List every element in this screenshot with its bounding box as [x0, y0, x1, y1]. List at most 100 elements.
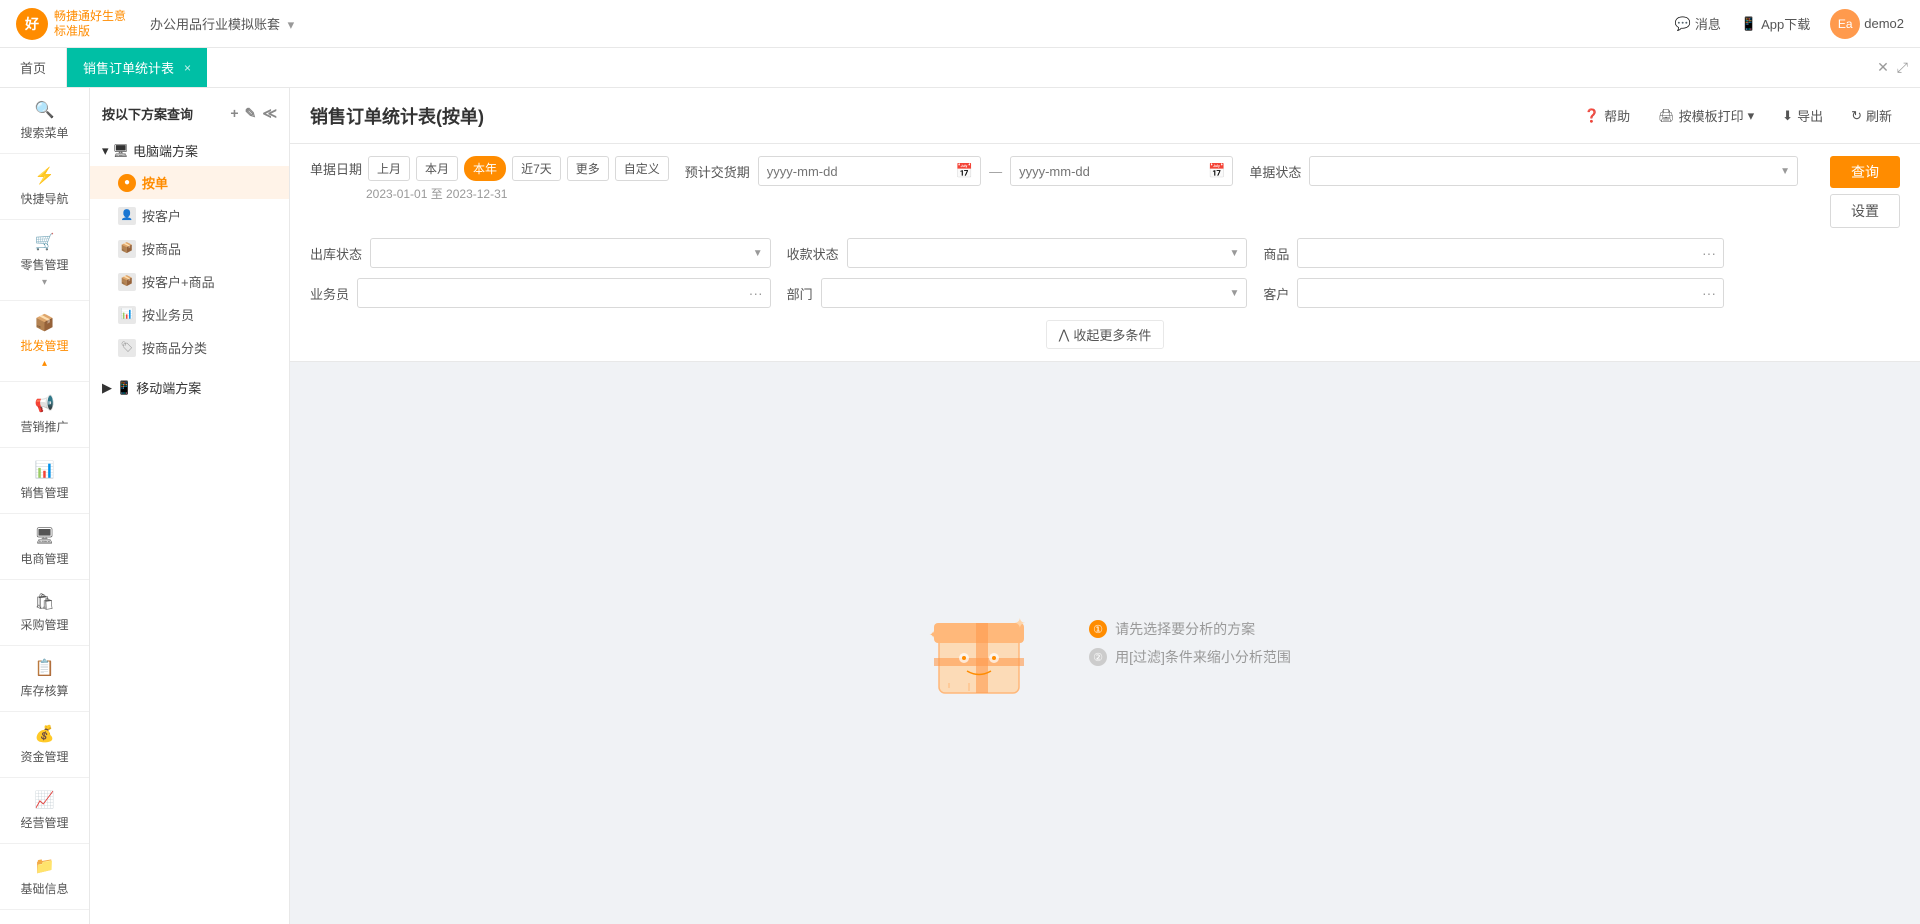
collapse-filter-button[interactable]: ⋀ 收起更多条件	[1046, 320, 1165, 349]
search-icon: 🔍	[35, 100, 55, 120]
page-title: 销售订单统计表(按单)	[310, 103, 484, 129]
sidebar-item-sales[interactable]: 📊 销售管理	[0, 448, 89, 514]
doc-status-select[interactable]	[1309, 156, 1798, 186]
collapse-panel-icon[interactable]: ≪	[262, 105, 277, 122]
sidebar-item-retail[interactable]: 🛒 零售管理 ▾	[0, 220, 89, 301]
date-btn-last-month[interactable]: 上月	[368, 156, 410, 181]
department-select[interactable]	[821, 278, 1248, 308]
filter-section: 单据日期 上月 本月 本年 近7天 更多 自定义 2023-01-01 至 20…	[290, 144, 1920, 362]
empty-state: ✦ ✦ ① 请先选择要分析的方案 ② 用[过滤]条件来缩小分析范围	[290, 362, 1920, 924]
salesperson-input[interactable]	[357, 278, 771, 308]
empty-svg: ✦ ✦	[919, 583, 1049, 703]
sidebar-item-quicknav[interactable]: ⚡ 快捷导航	[0, 154, 89, 220]
hint-number-2: ②	[1089, 648, 1107, 666]
add-scheme-icon[interactable]: +	[230, 105, 238, 122]
scheme-section-pc: ▾ 🖥 电脑端方案 ● 按单 👤 按客户 📦 按商品 📦 按客户+商品 📊	[90, 131, 289, 368]
scheme-item-1[interactable]: 👤 按客户	[90, 199, 289, 232]
dropdown-arrow-icon[interactable]: ▾	[288, 17, 295, 32]
query-button[interactable]: 查询	[1830, 156, 1900, 188]
topbar-right: 💬 消息 📱 App下载 Ea demo2	[1675, 9, 1904, 39]
empty-hints: ① 请先选择要分析的方案 ② 用[过滤]条件来缩小分析范围	[1089, 619, 1291, 667]
sidebar-item-wholesale[interactable]: 📦 批发管理 ▴	[0, 301, 89, 382]
message-button[interactable]: 💬 消息	[1675, 14, 1721, 33]
tab-active[interactable]: 销售订单统计表 ×	[67, 48, 207, 87]
purchase-icon: 🛍	[34, 592, 54, 612]
date-btn-more[interactable]: 更多	[567, 156, 609, 181]
tab-close-icon[interactable]: ×	[184, 61, 191, 75]
empty-illustration: ✦ ✦	[919, 583, 1049, 703]
scheme-item-0[interactable]: ● 按单	[90, 166, 289, 199]
tab-minimize-icon[interactable]: ✕	[1877, 59, 1889, 76]
scheme-section-mobile-header[interactable]: ▶ 📱 移动端方案	[90, 372, 289, 403]
hint-number-1: ①	[1089, 620, 1107, 638]
left-panel: 按以下方案查询 + ✎ ≪ ▾ 🖥 电脑端方案 ● 按单 👤 按客户 📦	[90, 88, 290, 924]
left-panel-actions: + ✎ ≪	[230, 105, 277, 122]
content-area: 销售订单统计表(按单) ❓ 帮助 🖨 按模板打印 ▾ ⬇ 导出 ↻ 刷新	[290, 88, 1920, 924]
app-download-button[interactable]: 📱 App下载	[1741, 14, 1810, 33]
scheme-item-4[interactable]: 📊 按业务员	[90, 298, 289, 331]
template-print-button[interactable]: 🖨 按模板打印 ▾	[1650, 102, 1762, 129]
sidebar-item-purchase[interactable]: 🛍 采购管理	[0, 580, 89, 646]
customer-input[interactable]	[1297, 278, 1724, 308]
sidebar-item-search[interactable]: 🔍 搜索菜单	[0, 88, 89, 154]
delivery-status-select[interactable]	[370, 238, 771, 268]
product-input[interactable]	[1297, 238, 1724, 268]
sidebar-item-system[interactable]: ⚙ 系统管理	[0, 910, 89, 924]
scheme-circle-icon: ●	[118, 174, 136, 192]
sidebar-item-ecommerce[interactable]: 🖥 电商管理	[0, 514, 89, 580]
date-btn-custom[interactable]: 自定义	[615, 156, 669, 181]
print-dropdown-icon: ▾	[1748, 108, 1755, 124]
finance-icon: 💰	[35, 724, 55, 744]
sales-icon: 📊	[35, 460, 55, 480]
payment-status-label: 收款状态	[787, 244, 839, 263]
sidebar-item-inventory[interactable]: 📋 库存核算	[0, 646, 89, 712]
date-dash: —	[989, 164, 1002, 179]
scheme-section-pc-header[interactable]: ▾ 🖥 电脑端方案	[90, 135, 289, 166]
date-btn-this-year[interactable]: 本年	[464, 156, 506, 181]
scheme-item-3[interactable]: 📦 按客户+商品	[90, 265, 289, 298]
main-layout: 🔍 搜索菜单 ⚡ 快捷导航 🛒 零售管理 ▾ 📦 批发管理 ▴ 📢 营销推广 📊…	[0, 88, 1920, 924]
sidebar-item-marketing[interactable]: 📢 营销推广	[0, 382, 89, 448]
message-icon: 💬	[1675, 16, 1691, 32]
date-btn-7days[interactable]: 近7天	[512, 156, 561, 181]
customer-more-icon[interactable]: ···	[1702, 285, 1716, 301]
empty-hint-1: ① 请先选择要分析的方案	[1089, 619, 1291, 639]
calendar-start-icon[interactable]: 📅	[956, 163, 973, 180]
expected-date-start-input[interactable]	[758, 156, 981, 186]
date-range-display: 2023-01-01 至 2023-12-31	[310, 185, 669, 202]
product-label: 商品	[1263, 244, 1289, 263]
scheme-sq-icon-4: 📊	[118, 306, 136, 324]
logo: 好 畅捷通好生意 标准版	[16, 8, 126, 40]
marketing-icon: 📢	[35, 394, 55, 414]
delivery-status-label: 出库状态	[310, 244, 362, 263]
refresh-button[interactable]: ↻ 刷新	[1843, 102, 1900, 129]
scheme-item-2[interactable]: 📦 按商品	[90, 232, 289, 265]
expected-date-end-input[interactable]	[1010, 156, 1233, 186]
scheme-sq-icon-5: 🏷	[118, 339, 136, 357]
date-btn-this-month[interactable]: 本月	[416, 156, 458, 181]
tab-maximize-icon[interactable]: ⤢	[1897, 59, 1908, 76]
user-profile[interactable]: Ea demo2	[1830, 9, 1904, 39]
sidebar-item-operation[interactable]: 📈 经营管理	[0, 778, 89, 844]
empty-hint-2: ② 用[过滤]条件来缩小分析范围	[1089, 647, 1291, 667]
payment-status-select[interactable]	[847, 238, 1248, 268]
edit-scheme-icon[interactable]: ✎	[245, 105, 257, 122]
collapse-up-icon: ⋀	[1059, 327, 1070, 343]
sidebar: 🔍 搜索菜单 ⚡ 快捷导航 🛒 零售管理 ▾ 📦 批发管理 ▴ 📢 营销推广 📊…	[0, 88, 90, 924]
sidebar-item-basic[interactable]: 📁 基础信息	[0, 844, 89, 910]
export-button[interactable]: ⬇ 导出	[1774, 102, 1831, 129]
app-title: 办公用品行业模拟账套 ▾	[150, 14, 294, 33]
sidebar-item-finance[interactable]: 💰 资金管理	[0, 712, 89, 778]
scheme-item-5[interactable]: 🏷 按商品分类	[90, 331, 289, 364]
topbar: 好 畅捷通好生意 标准版 办公用品行业模拟账套 ▾ 💬 消息 📱 App下载 E…	[0, 0, 1920, 48]
product-more-icon[interactable]: ···	[1702, 245, 1716, 261]
download-icon: 📱	[1741, 16, 1757, 32]
salesperson-more-icon[interactable]: ···	[749, 285, 763, 301]
logo-icon: 好	[16, 8, 48, 40]
settings-button[interactable]: 设置	[1830, 194, 1900, 228]
calendar-end-icon[interactable]: 📅	[1208, 163, 1225, 180]
tab-home[interactable]: 首页	[0, 48, 67, 87]
help-button[interactable]: ❓ 帮助	[1576, 102, 1638, 129]
header-actions: ❓ 帮助 🖨 按模板打印 ▾ ⬇ 导出 ↻ 刷新	[1576, 102, 1900, 129]
section-mobile-icon: 📱	[116, 380, 132, 396]
